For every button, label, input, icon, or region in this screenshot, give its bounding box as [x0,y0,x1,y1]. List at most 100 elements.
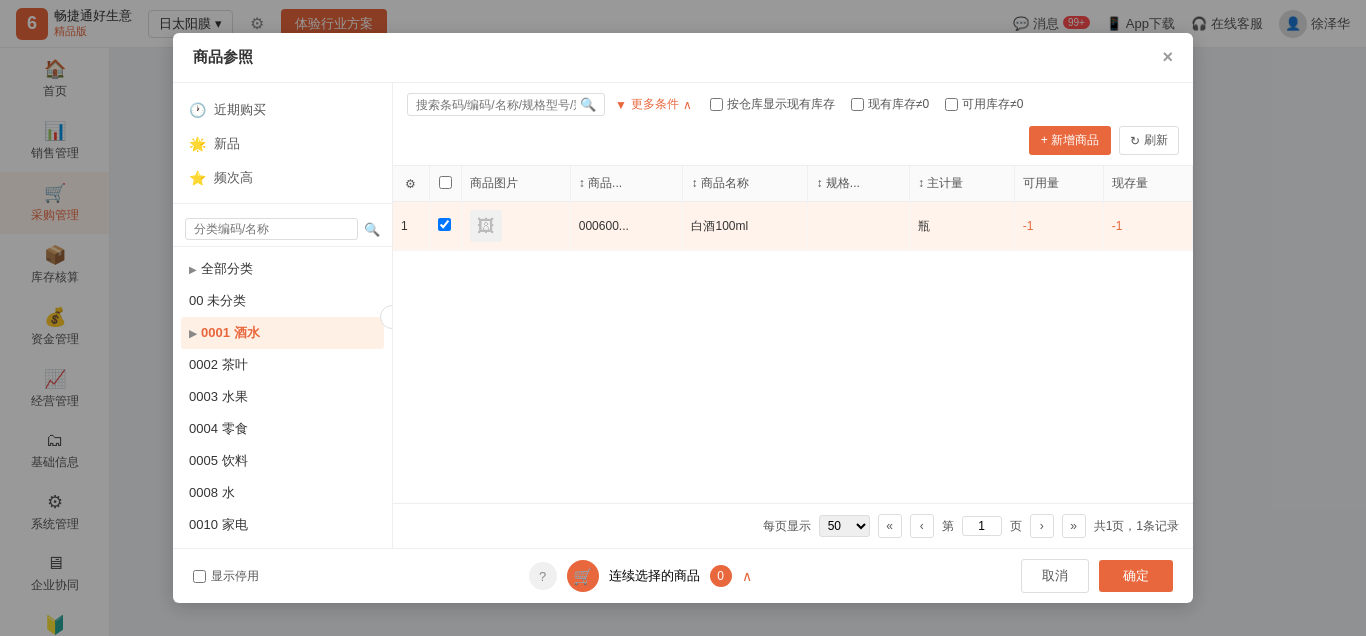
category-0005[interactable]: 0005 饮料 [181,445,384,477]
td-unit: 瓶 [909,202,1014,251]
next-page-button[interactable]: › [1030,514,1054,538]
available-stock-filter[interactable]: 可用库存≠0 [945,96,1023,113]
search-icon[interactable]: 🔍 [580,97,596,112]
cancel-button[interactable]: 取消 [1021,559,1089,593]
filter-arrow-icon: ∧ [683,98,692,112]
page-size-select[interactable]: 50 100 200 [819,515,870,537]
category-label: 0001 酒水 [201,324,260,342]
filter-icon: ▼ [615,98,627,112]
table-header-row: ⚙ 商品图片 ↕ 商品... [393,166,1193,202]
modal-pagination: 每页显示 50 100 200 « ‹ 第 页 › » 共1页，1条记录 [393,503,1193,548]
category-0003[interactable]: 0003 水果 [181,381,384,413]
arrow-icon: ▶ [189,328,197,339]
category-0002[interactable]: 0002 茶叶 [181,349,384,381]
sort-icon: ↕ [918,176,924,190]
th-available: 可用量 [1014,166,1103,202]
category-label: 0003 水果 [189,388,248,406]
modal-footer: 显示停用 ? 🛒 连续选择的商品 0 ∧ 取消 确定 [173,548,1193,603]
display-disabled-label[interactable]: 显示停用 [193,568,259,585]
modal-title: 商品参照 [193,48,253,67]
th-unit[interactable]: ↕ 主计量 [909,166,1014,202]
th-spec[interactable]: ↕ 规格... [808,166,909,202]
select-all-checkbox[interactable] [439,176,452,189]
footer-left: 显示停用 [193,568,259,585]
display-disabled-checkbox[interactable] [193,570,206,583]
last-page-button[interactable]: » [1062,514,1086,538]
modal-left-panel: 🕐 近期购买 🌟 新品 ⭐ 频次高 《 [173,83,393,548]
add-product-button[interactable]: + 新增商品 [1029,126,1111,155]
category-0008[interactable]: 0008 水 [181,477,384,509]
td-index: 1 [393,202,429,251]
th-code[interactable]: ↕ 商品... [570,166,683,202]
th-image: 商品图片 [461,166,570,202]
category-00[interactable]: 00 未分类 [181,285,384,317]
display-disabled-text: 显示停用 [211,568,259,585]
row-checkbox[interactable] [438,218,451,231]
collapse-icon[interactable]: ∧ [742,568,752,584]
table-row[interactable]: 1 🖼 000600... 白酒100ml 瓶 [393,202,1193,251]
confirm-button[interactable]: 确定 [1099,560,1173,592]
category-search-input[interactable] [185,218,358,240]
product-table: ⚙ 商品图片 ↕ 商品... [393,166,1193,251]
category-0010[interactable]: 0010 家电 [181,509,384,541]
category-label: 0004 零食 [189,420,248,438]
product-search-input[interactable] [416,98,576,112]
refresh-button[interactable]: ↻ 刷新 [1119,126,1179,155]
category-list: ▶ 全部分类 00 未分类 ▶ 0001 酒水 0002 茶叶 [173,253,392,541]
category-label: 0002 茶叶 [189,356,248,374]
category-all[interactable]: ▶ 全部分类 [181,253,384,285]
category-0004[interactable]: 0004 零食 [181,413,384,445]
tab-new-products[interactable]: 🌟 新品 [173,127,392,161]
category-0001[interactable]: ▶ 0001 酒水 [181,317,384,349]
current-stock-checkbox[interactable] [851,98,864,111]
toolbar-right: + 新增商品 ↻ 刷新 [1029,126,1179,155]
sort-icon: ↕ [691,176,697,190]
td-spec [808,202,909,251]
footer-right: 取消 确定 [1021,559,1173,593]
page-label: 第 [942,518,954,535]
filter-label: 更多条件 [631,96,679,113]
category-search-icon[interactable]: 🔍 [364,222,380,237]
page-unit: 页 [1010,518,1022,535]
total-info: 共1页，1条记录 [1094,518,1179,535]
th-settings[interactable]: ⚙ [393,166,429,202]
product-search-box: 🔍 [407,93,605,116]
prev-page-button[interactable]: ‹ [910,514,934,538]
selected-count-badge: 0 [710,565,732,587]
product-table-wrap: ⚙ 商品图片 ↕ 商品... [393,166,1193,503]
modal-toolbar: 🔍 ▼ 更多条件 ∧ 按仓库显示现有库存 现 [393,83,1193,166]
warehouse-stock-checkbox[interactable] [710,98,723,111]
tab-frequent[interactable]: ⭐ 频次高 [173,161,392,195]
available-stock-checkbox[interactable] [945,98,958,111]
current-stock-filter[interactable]: 现有库存≠0 [851,96,929,113]
td-checkbox[interactable] [429,202,461,251]
available-stock-label: 可用库存≠0 [962,96,1023,113]
td-image: 🖼 [461,202,570,251]
td-code: 000600... [570,202,683,251]
help-icon[interactable]: ? [529,562,557,590]
modal-left-inner: 🕐 近期购买 🌟 新品 ⭐ 频次高 《 [173,93,392,541]
footer-center: ? 🛒 连续选择的商品 0 ∧ [271,560,1009,592]
th-checkbox[interactable] [429,166,461,202]
category-label: 0008 水 [189,484,235,502]
cart-icon[interactable]: 🛒 [567,560,599,592]
td-stock: -1 [1103,202,1192,251]
category-label: 00 未分类 [189,292,246,310]
modal-header: 商品参照 × [173,33,1193,83]
warehouse-stock-filter[interactable]: 按仓库显示现有库存 [710,96,835,113]
selected-label: 连续选择的商品 [609,567,700,585]
th-stock: 现存量 [1103,166,1192,202]
current-stock-label: 现有库存≠0 [868,96,929,113]
page-number-input[interactable] [962,516,1002,536]
category-label: 全部分类 [201,260,253,278]
first-page-button[interactable]: « [878,514,902,538]
close-icon[interactable]: × [1162,47,1173,68]
modal-tabs: 🕐 近期购买 🌟 新品 ⭐ 频次高 [173,93,392,204]
more-filter-button[interactable]: ▼ 更多条件 ∧ [615,96,692,113]
tab-recent-purchase[interactable]: 🕐 近期购买 [173,93,392,127]
arrow-icon: ▶ [189,264,197,275]
product-image: 🖼 [470,210,502,242]
modal-overlay: 商品参照 × 🕐 近期购买 🌟 新品 [0,0,1366,636]
page-size-label: 每页显示 [763,518,811,535]
th-name[interactable]: ↕ 商品名称 [683,166,808,202]
